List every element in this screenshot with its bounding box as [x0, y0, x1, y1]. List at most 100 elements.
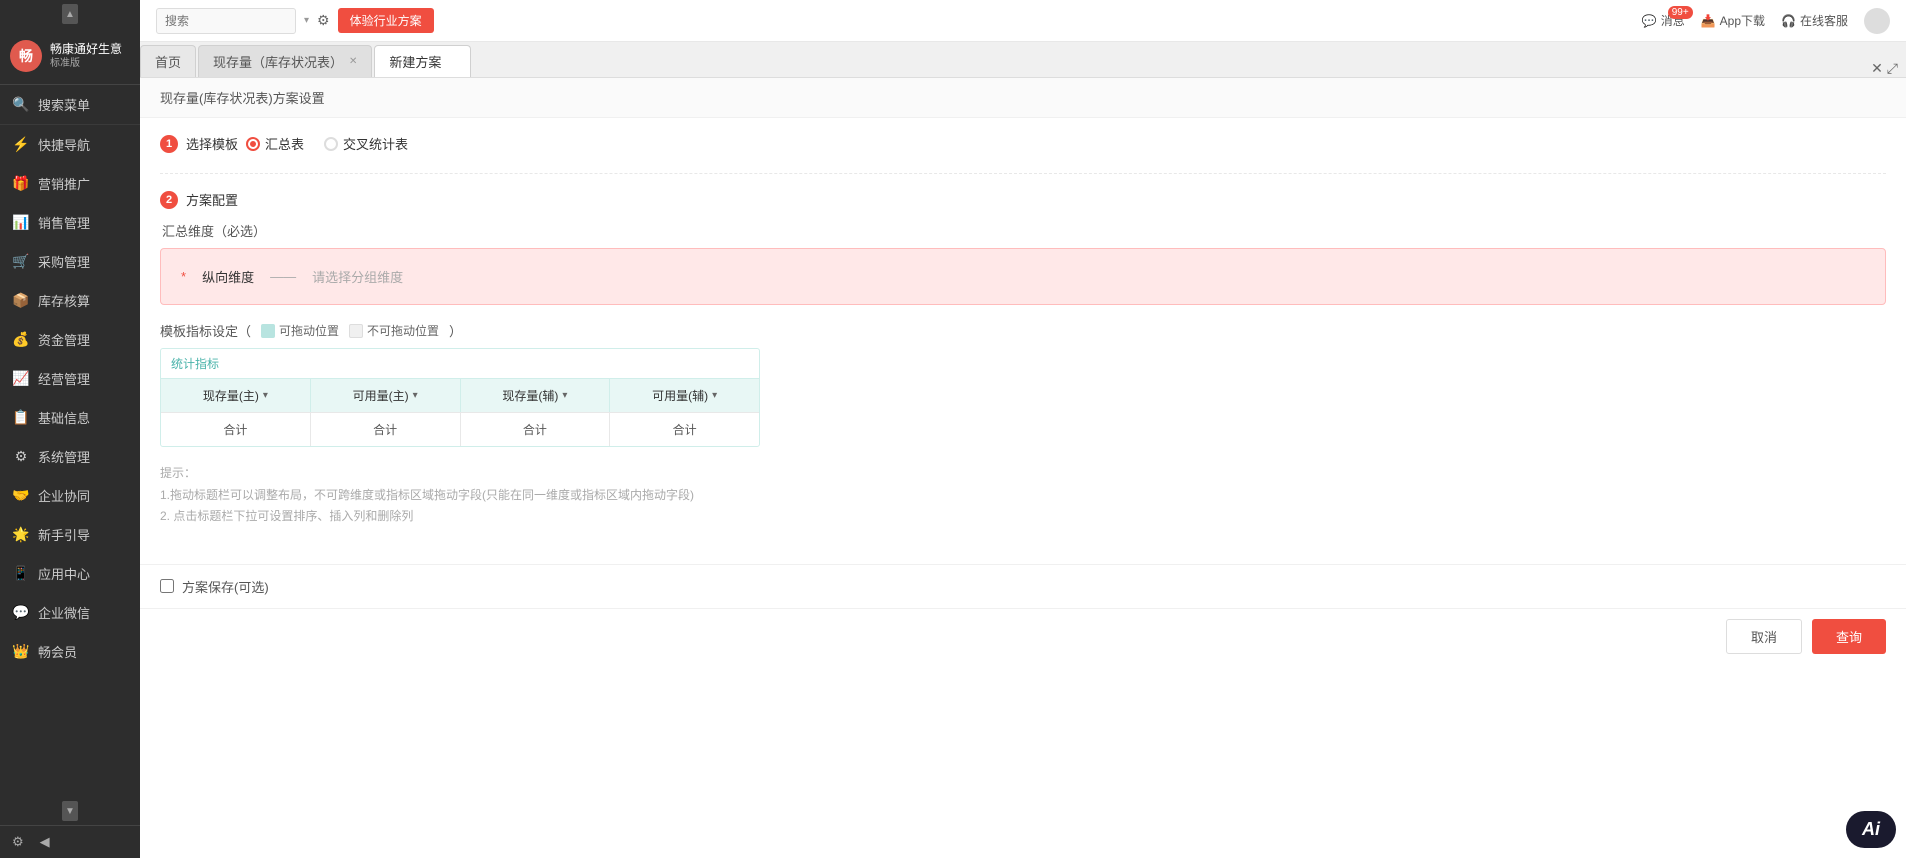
- sidebar-scroll-up[interactable]: ▲: [62, 4, 78, 24]
- ai-watermark: Ai: [1846, 811, 1896, 848]
- header-right: 💬 消息 99+ 📥 App下载 🎧 在线客服: [1642, 8, 1890, 34]
- form-area: 1 选择模板 汇总表 交叉统计表: [140, 118, 1906, 564]
- top-header: ▾ ⚙ 体验行业方案 💬 消息 99+ 📥 App下载 🎧 在线客服: [140, 0, 1906, 42]
- col2-chevron: ▾: [562, 390, 567, 401]
- service-icon: 🎧: [1781, 14, 1796, 28]
- radio-summary[interactable]: 汇总表: [246, 134, 304, 153]
- bottom-actions: 取消 查询: [140, 608, 1906, 664]
- sidebar-item-search[interactable]: 🔍 搜索菜单: [0, 85, 140, 125]
- stats-col-3-header[interactable]: 可用量(辅) ▾: [610, 379, 759, 412]
- lightning-icon: ⚡: [12, 136, 30, 154]
- stats-table: 统计指标 现存量(主) ▾ 可用量(主) ▾ 现存量(辅): [160, 348, 760, 447]
- header-search-dropdown[interactable]: ▾: [304, 15, 309, 26]
- tips-section: 提示： 1.拖动标题栏可以调整布局，不可跨维度或指标区域拖动字段(只能在同一维度…: [160, 463, 1886, 528]
- step1-number: 1: [160, 135, 178, 153]
- window-close-icon[interactable]: ✕: [1871, 60, 1883, 77]
- sidebar-item-basic-info[interactable]: 📋 基础信息: [0, 398, 140, 437]
- cancel-button[interactable]: 取消: [1726, 619, 1802, 654]
- panel-title: 现存量(库存状况表)方案设置: [160, 91, 325, 106]
- content-area: 现存量(库存状况表)方案设置 1 选择模板 汇总表 交叉统计表: [140, 78, 1906, 858]
- sidebar-item-enterprise-wechat[interactable]: 💬 企业微信: [0, 593, 140, 632]
- wechat-icon: 💬: [12, 604, 30, 622]
- drag-legend-box: [261, 324, 275, 338]
- sidebar-scroll-down[interactable]: ▼: [62, 801, 78, 821]
- list-icon: 📋: [12, 409, 30, 427]
- window-maximize-icon[interactable]: ⤢: [1887, 60, 1898, 77]
- legend-drag: 可拖动位置: [261, 322, 339, 339]
- tab-inventory-close[interactable]: ✕: [349, 56, 357, 67]
- step1-label: 选择模板: [186, 134, 238, 153]
- indicator-label: 模板指标设定（ 可拖动位置 不可拖动位置 ）: [160, 321, 1886, 340]
- step1-title: 1 选择模板 汇总表 交叉统计表: [160, 134, 1886, 153]
- message-button[interactable]: 💬 消息 99+: [1642, 12, 1685, 29]
- header-search-input[interactable]: [156, 8, 296, 34]
- tabs-bar: 首页 现存量（库存状况表） ✕ 新建方案 ✕ ✕ ⤢: [140, 42, 1906, 78]
- dimension-row: * 纵向维度 —— 请选择分组维度: [160, 248, 1886, 305]
- sidebar-item-finance[interactable]: 💰 资金管理: [0, 320, 140, 359]
- col1-chevron: ▾: [413, 390, 418, 401]
- dimension-placeholder[interactable]: 请选择分组维度: [312, 267, 403, 286]
- step2-section: 2 方案配置 汇总维度（必选） * 纵向维度 —— 请选择分组维度 模板指标设定…: [160, 190, 1886, 528]
- sidebar-item-new-guide[interactable]: 🌟 新手引导: [0, 515, 140, 554]
- save-option-checkbox[interactable]: [160, 579, 174, 593]
- app-download-button[interactable]: 📥 App下载: [1701, 12, 1765, 29]
- online-service-button[interactable]: 🎧 在线客服: [1781, 12, 1848, 29]
- header-gear-icon[interactable]: ⚙: [317, 12, 330, 29]
- stats-header-row: 现存量(主) ▾ 可用量(主) ▾ 现存量(辅) ▾: [161, 379, 759, 412]
- panel-header: 现存量(库存状况表)方案设置: [140, 78, 1906, 118]
- main-area: ▾ ⚙ 体验行业方案 💬 消息 99+ 📥 App下载 🎧 在线客服 首页: [140, 0, 1906, 858]
- tab-inventory-label: 现存量（库存状况表）: [213, 52, 343, 71]
- chart-icon: 📊: [12, 214, 30, 232]
- gift-icon: 🎁: [12, 175, 30, 193]
- indicator-section: 模板指标设定（ 可拖动位置 不可拖动位置 ） 统计指标: [160, 321, 1886, 447]
- step2-number: 2: [160, 191, 178, 209]
- stats-col-2-header[interactable]: 现存量(辅) ▾: [461, 379, 611, 412]
- star-icon: 🌟: [12, 526, 30, 544]
- mobile-icon: 📱: [12, 565, 30, 583]
- sidebar-item-app-center[interactable]: 📱 应用中心: [0, 554, 140, 593]
- tab-home[interactable]: 首页: [140, 45, 196, 77]
- sidebar-bottom: ⚙ ◀: [0, 825, 140, 858]
- sidebar-item-inventory[interactable]: 📦 库存核算: [0, 281, 140, 320]
- sidebar-item-cooperation[interactable]: 🤝 企业协同: [0, 476, 140, 515]
- tab-inventory[interactable]: 现存量（库存状况表） ✕: [198, 45, 372, 77]
- sidebar-item-sales[interactable]: 📊 销售管理: [0, 203, 140, 242]
- radio-cross[interactable]: 交叉统计表: [324, 134, 408, 153]
- stats-data-row: 合计 合计 合计 合计: [161, 412, 759, 446]
- user-avatar[interactable]: [1864, 8, 1890, 34]
- app-name: 畅康通好生意 标准版: [50, 42, 122, 71]
- sidebar-item-purchase[interactable]: 🛒 采购管理: [0, 242, 140, 281]
- dimension-dash: ——: [270, 269, 296, 284]
- tab-new[interactable]: 新建方案 ✕: [374, 45, 470, 77]
- tip-item-1: 2. 点击标题栏下拉可设置排序、插入列和删除列: [160, 506, 1886, 528]
- nodrag-legend-box: [349, 324, 363, 338]
- download-icon: 📥: [1701, 14, 1716, 28]
- stats-col-0-header[interactable]: 现存量(主) ▾: [161, 379, 311, 412]
- crown-icon: 👑: [12, 643, 30, 661]
- stats-col-1-header[interactable]: 可用量(主) ▾: [311, 379, 461, 412]
- sidebar-item-marketing[interactable]: 🎁 营销推广: [0, 164, 140, 203]
- template-radio-group: 汇总表 交叉统计表: [246, 134, 408, 153]
- trial-industry-button[interactable]: 体验行业方案: [338, 8, 434, 33]
- save-option-label[interactable]: 方案保存(可选): [182, 577, 269, 596]
- sidebar-gear-icon[interactable]: ⚙: [12, 834, 24, 850]
- tab-new-close[interactable]: ✕: [447, 56, 455, 67]
- ops-icon: 📈: [12, 370, 30, 388]
- sidebar-toggle-icon[interactable]: ◀: [40, 834, 50, 850]
- logo-icon: 畅: [10, 40, 42, 72]
- radio-summary-dot: [246, 137, 260, 151]
- query-button[interactable]: 查询: [1812, 619, 1886, 654]
- handshake-icon: 🤝: [12, 487, 30, 505]
- sidebar-item-vip[interactable]: 👑 畅会员: [0, 632, 140, 671]
- step2-title: 2 方案配置: [160, 190, 1886, 209]
- sidebar-item-system[interactable]: ⚙ 系统管理: [0, 437, 140, 476]
- stats-table-title: 统计指标: [161, 349, 759, 379]
- col0-chevron: ▾: [263, 390, 268, 401]
- header-left: ▾ ⚙ 体验行业方案: [156, 8, 434, 34]
- sidebar-item-quick-nav[interactable]: ⚡ 快捷导航: [0, 125, 140, 164]
- sidebar-item-operations[interactable]: 📈 经营管理: [0, 359, 140, 398]
- stats-cell-2: 合计: [461, 412, 611, 446]
- stats-cell-1: 合计: [311, 412, 461, 446]
- tab-home-label: 首页: [155, 52, 181, 71]
- legend-nodrag: 不可拖动位置: [349, 322, 439, 339]
